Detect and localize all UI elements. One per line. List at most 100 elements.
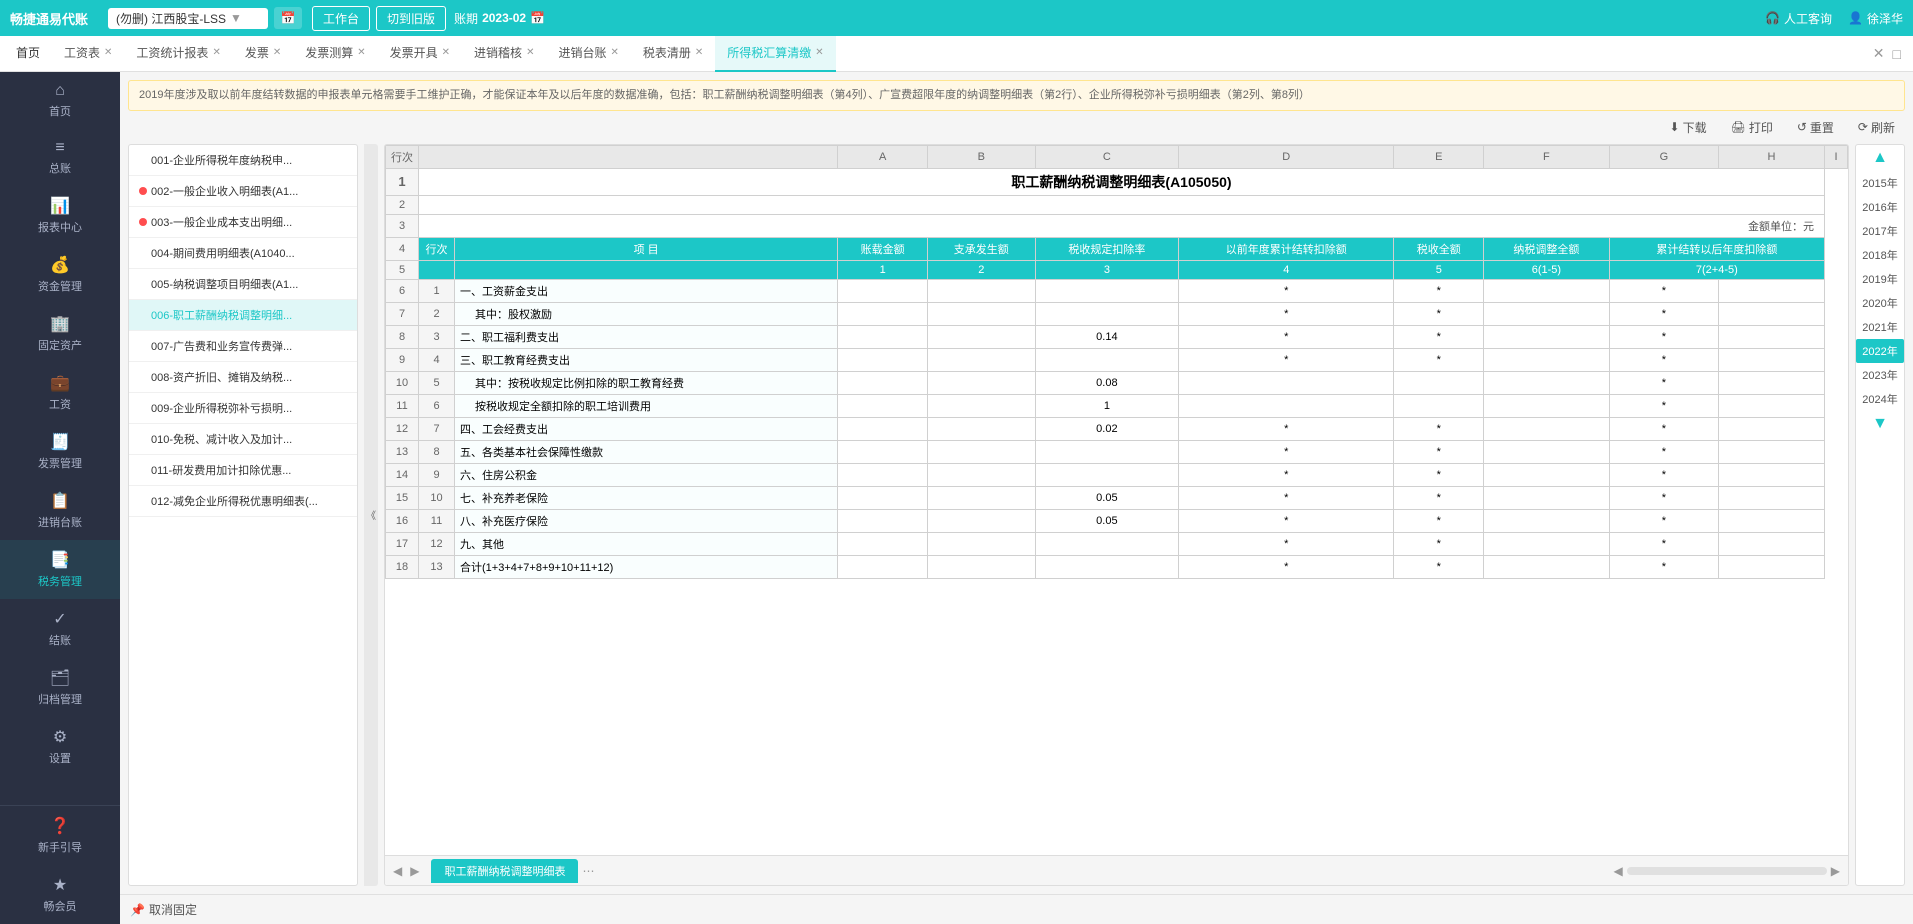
year-2021[interactable]: 2021年 (1856, 315, 1904, 339)
dot-002 (139, 187, 147, 195)
sidebar-item-sales-ledger[interactable]: 📋 进销台账 (0, 481, 120, 540)
switch-old-button[interactable]: 切到旧版 (376, 6, 446, 31)
year-scroll-down[interactable]: ▼ (1868, 411, 1892, 437)
tab-inout-audit-close[interactable]: ✕ (526, 47, 534, 58)
list-item-004[interactable]: 004-期间费用明细表(A1040... (129, 238, 357, 269)
tab-inout-ledger-close[interactable]: ✕ (610, 47, 618, 58)
year-2022[interactable]: 2022年 (1856, 339, 1904, 363)
sidebar-item-general-ledger[interactable]: ≡ 总账 (0, 129, 120, 186)
sidebar-item-report-center[interactable]: 📊 报表中心 (0, 186, 120, 245)
sidebar-item-new-guide[interactable]: ❓ 新手引导 (0, 806, 120, 865)
header1-item: 项 目 (455, 237, 838, 260)
sidebar-item-member[interactable]: ★ 畅会员 (0, 865, 120, 924)
sidebar-item-fixed-assets[interactable]: 🏢 固定资产 (0, 304, 120, 363)
table-row: 18 13 合计(1+3+4+7+8+9+10+11+12) * * * (386, 555, 1848, 578)
list-item-003[interactable]: 003-一般企业成本支出明细... (129, 207, 357, 238)
tab-income-tax[interactable]: 所得税汇算清缴 ✕ (715, 36, 835, 72)
list-item-010[interactable]: 010-免税、减计收入及加计... (129, 424, 357, 455)
year-scroll-up[interactable]: ▲ (1868, 145, 1892, 171)
tab-tax-book[interactable]: 税表清册 ✕ (631, 36, 715, 72)
list-item-007[interactable]: 007-广告费和业务宣传费弹... (129, 331, 357, 362)
year-2020[interactable]: 2020年 (1856, 291, 1904, 315)
col-header-empty (419, 145, 838, 168)
tab-inout-audit[interactable]: 进销稽核 ✕ (462, 36, 546, 72)
row-1-num: 1 (386, 168, 419, 195)
year-2017[interactable]: 2017年 (1856, 219, 1904, 243)
sidebar-item-archive-mgmt[interactable]: 🗂 归档管理 (0, 658, 120, 717)
tab-invoice[interactable]: 发票 ✕ (233, 36, 293, 72)
year-2018[interactable]: 2018年 (1856, 243, 1904, 267)
company-selector[interactable]: (勿删) 江西股宝-LSS ▼ (108, 8, 268, 29)
sidebar-item-settlement[interactable]: ✓ 结账 (0, 599, 120, 658)
list-item-008[interactable]: 008-资产折旧、摊销及纳税... (129, 362, 357, 393)
print-button[interactable]: 🖨 打印 (1725, 117, 1779, 138)
list-item-012[interactable]: 012-减免企业所得税优惠明细表(... (129, 486, 357, 517)
dot-009 (139, 404, 147, 412)
year-2015[interactable]: 2015年 (1856, 171, 1904, 195)
list-item-001[interactable]: 001-企业所得税年度纳税申... (129, 145, 357, 176)
reset-button[interactable]: ↺ 重置 (1791, 117, 1840, 138)
tab-tax-book-close[interactable]: ✕ (695, 47, 703, 58)
tab-inout-ledger[interactable]: 进销台账 ✕ (546, 36, 630, 72)
row-7-num: 7 (386, 302, 419, 325)
header2-col4: 4 (1179, 260, 1394, 279)
dot-011 (139, 466, 147, 474)
row-3-num: 3 (386, 214, 419, 237)
topbar: 畅捷通易代账 (勿删) 江西股宝-LSS ▼ 📅 工作台 切到旧版 账期 202… (0, 0, 1913, 36)
list-item-002[interactable]: 002-一般企业收入明细表(A1... (129, 176, 357, 207)
hscroll-right[interactable]: ▶ (1831, 864, 1840, 878)
list-item-011[interactable]: 011-研发费用加计扣除优惠... (129, 455, 357, 486)
year-2024[interactable]: 2024年 (1856, 387, 1904, 411)
cancel-fixed-button[interactable]: 取消固定 (149, 901, 197, 918)
tab-invoice-close[interactable]: ✕ (273, 47, 281, 58)
user-avatar[interactable]: 👤 徐泽华 (1848, 10, 1903, 27)
refresh-button[interactable]: ⟳ 刷新 (1852, 117, 1901, 138)
row-18-num: 18 (386, 555, 419, 578)
col-header-i: I (1824, 145, 1847, 168)
sheet-options-button[interactable]: ⋯ (582, 864, 594, 878)
calendar-icon[interactable]: 📅 (274, 7, 302, 29)
tab-restore[interactable]: □ (1893, 46, 1901, 62)
tab-payroll[interactable]: 工资表 ✕ (52, 36, 124, 72)
tab-invoice-calc-close[interactable]: ✕ (357, 47, 365, 58)
sidebar-item-settings[interactable]: ⚙ 设置 (0, 717, 120, 776)
sidebar-item-tax-mgmt[interactable]: 📑 税务管理 (0, 540, 120, 599)
collapse-button[interactable]: 《 (364, 144, 378, 887)
list-item-006[interactable]: 006-职工薪酬纳税调整明细... (129, 300, 357, 331)
period-calendar-icon[interactable]: 📅 (530, 11, 545, 25)
table-row: 8 3 二、职工福利费支出 0.14 * * * (386, 325, 1848, 348)
tab-payroll-close[interactable]: ✕ (104, 47, 112, 58)
tab-payroll-stats-close[interactable]: ✕ (212, 47, 220, 58)
dot-005 (139, 280, 147, 288)
hscroll-left[interactable]: ◀ (1614, 864, 1623, 878)
invoice-icon: 🧾 (50, 432, 70, 452)
tab-payroll-stats[interactable]: 工资统计报表 ✕ (124, 36, 232, 72)
period-value: 2023-02 (482, 11, 526, 25)
customer-service[interactable]: 🎧 人工客询 (1765, 10, 1832, 27)
table-container[interactable]: 行次 A B C D E F G H I (385, 145, 1848, 856)
tab-home[interactable]: 首页 (4, 36, 52, 72)
sidebar-item-home[interactable]: ⌂ 首页 (0, 72, 120, 129)
tab-invoice-calc[interactable]: 发票测算 ✕ (293, 36, 377, 72)
workspace-button[interactable]: 工作台 (312, 6, 370, 31)
sheet-tab-main[interactable]: 职工薪酬纳税调整明细表 (431, 859, 578, 883)
tab-invoice-issue-close[interactable]: ✕ (442, 47, 450, 58)
year-2016[interactable]: 2016年 (1856, 195, 1904, 219)
sidebar-asset-label: 资金管理 (38, 278, 82, 294)
sidebar-item-asset-mgmt[interactable]: 💰 资金管理 (0, 245, 120, 304)
year-2023[interactable]: 2023年 (1856, 363, 1904, 387)
header1-c1: 账载金额 (838, 237, 928, 260)
year-2019[interactable]: 2019年 (1856, 267, 1904, 291)
asset-icon: 💰 (50, 255, 70, 275)
list-item-005[interactable]: 005-纳税调整项目明细表(A1... (129, 269, 357, 300)
sidebar-item-invoice-mgmt[interactable]: 🧾 发票管理 (0, 422, 120, 481)
sheet-nav-left[interactable]: ◀ (393, 864, 402, 878)
list-item-009[interactable]: 009-企业所得税弥补亏损明... (129, 393, 357, 424)
tab-income-tax-close[interactable]: ✕ (815, 47, 823, 58)
sidebar-item-payroll[interactable]: 💼 工资 (0, 363, 120, 422)
tab-invoice-issue[interactable]: 发票开具 ✕ (378, 36, 462, 72)
sheet-nav-right[interactable]: ▶ (410, 864, 419, 878)
download-button[interactable]: ⬇ 下载 (1664, 117, 1713, 138)
header2-col1: 1 (838, 260, 928, 279)
tab-close-all[interactable]: ✕ (1873, 45, 1885, 62)
